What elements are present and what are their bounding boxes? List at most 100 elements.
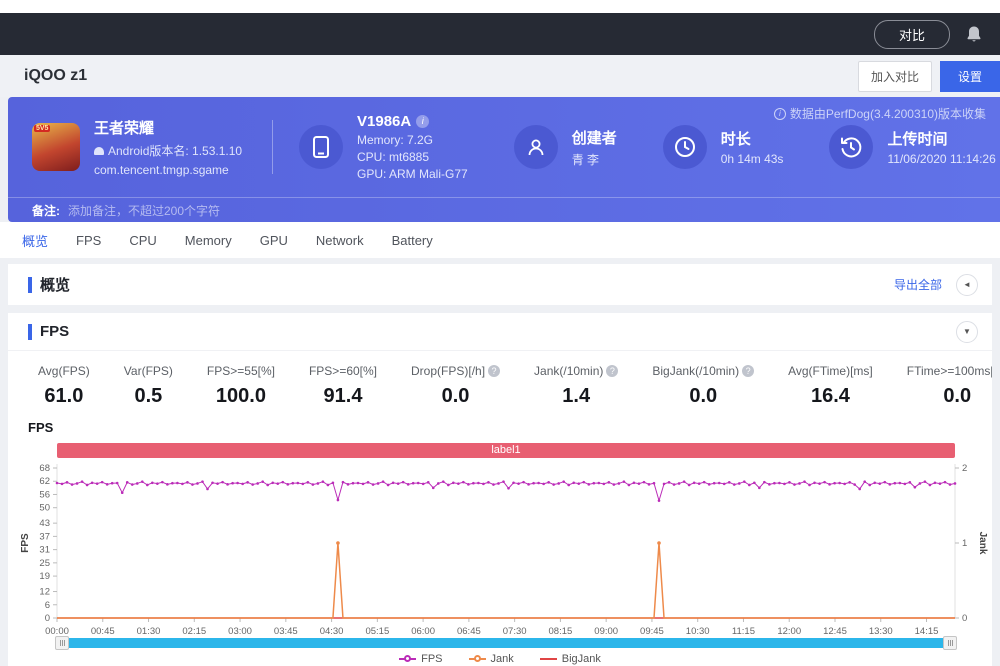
stat-label: FPS>=60[%] <box>308 364 378 378</box>
svg-text:68: 68 <box>39 463 50 474</box>
title-accent-bar <box>28 323 32 340</box>
fps-card: FPS ▼ Avg(FPS) 61.0 Var(FPS) 0.5 FPS>=55[%] 1… <box>8 313 992 666</box>
tab-Memory[interactable]: Memory <box>185 233 232 248</box>
export-all-link[interactable]: 导出全部 <box>894 276 942 293</box>
svg-text:14:15: 14:15 <box>915 626 939 636</box>
svg-text:0: 0 <box>962 613 967 624</box>
report-info-banner: 5V5 王者荣耀 Android版本名: 1.53.1.10 com.tence… <box>8 97 1000 222</box>
stat-value: 100.0 <box>215 385 266 407</box>
game-app-icon: 5V5 <box>32 123 80 171</box>
legend-Jank[interactable]: Jank <box>468 653 514 665</box>
svg-text:00:45: 00:45 <box>91 626 115 636</box>
device-model: V1986A <box>357 113 412 130</box>
stat-label: Avg(FPS) <box>38 364 90 378</box>
fps-stat: BigJank(/10min)? 0.0 <box>652 364 755 408</box>
svg-text:50: 50 <box>39 503 50 514</box>
compare-button[interactable]: 对比 <box>873 19 950 49</box>
join-compare-button[interactable]: 加入对比 <box>857 60 932 92</box>
svg-text:0: 0 <box>45 613 50 624</box>
overview-title: 概览 <box>40 277 71 294</box>
help-icon[interactable]: ? <box>488 365 501 377</box>
svg-text:6: 6 <box>45 600 50 611</box>
title-accent-bar <box>28 276 32 293</box>
svg-text:03:45: 03:45 <box>274 626 298 636</box>
fps-stat: Drop(FPS)[/h]? 0.0 <box>411 364 501 408</box>
app-header: 对比 <box>0 13 1000 55</box>
duration-value: 0h 14m 43s <box>720 152 784 166</box>
svg-text:25: 25 <box>39 558 50 569</box>
duration-clock-icon <box>662 125 707 169</box>
stat-label: Var(FPS) <box>123 364 173 378</box>
chart-zoom-scrollbar[interactable] <box>55 636 957 650</box>
svg-text:13:30: 13:30 <box>869 626 893 636</box>
svg-text:1: 1 <box>962 538 967 549</box>
stat-value: 61.0 <box>44 385 84 407</box>
help-icon[interactable]: ? <box>606 365 619 377</box>
stat-value: 0.0 <box>689 385 718 407</box>
creator-label: 创建者 <box>571 129 617 147</box>
stat-value: 0.0 <box>441 385 470 407</box>
stat-value: 0.5 <box>134 385 163 407</box>
notification-bell-icon[interactable] <box>966 25 982 43</box>
tab-GPU[interactable]: GPU <box>260 233 288 248</box>
tab-FPS[interactable]: FPS <box>76 233 101 248</box>
tab-概览[interactable]: 概览 <box>22 231 48 250</box>
svg-text:02:15: 02:15 <box>182 626 206 636</box>
duration-label: 时长 <box>720 131 751 148</box>
fps-section-title: FPS <box>40 323 70 340</box>
upload-time-history-icon <box>829 125 874 169</box>
fps-chart[interactable]: 68 62 56 50 43 37 31 25 19 12 6 0 2 1 0 FPS Jank 00:00 00:… <box>8 462 992 636</box>
tab-Battery[interactable]: Battery <box>392 233 433 248</box>
scrollbar-right-handle[interactable] <box>943 636 957 650</box>
device-info-icon[interactable]: i <box>416 115 430 128</box>
svg-text:31: 31 <box>39 545 50 556</box>
device-gpu: GPU: ARM Mali-G77 <box>357 167 468 181</box>
scrollbar-left-handle[interactable] <box>55 636 69 650</box>
chart-region-label[interactable]: label1 <box>57 443 955 458</box>
divider <box>272 120 273 174</box>
fps-stat: FTime>=100ms[%] 0.0 <box>907 364 992 408</box>
svg-text:06:00: 06:00 <box>411 626 435 636</box>
svg-text:00:00: 00:00 <box>45 626 69 636</box>
phone-icon <box>299 125 343 169</box>
svg-text:06:45: 06:45 <box>457 626 481 636</box>
perfdog-version-note: i 数据由PerfDog(3.4.200310)版本收集 <box>773 105 986 122</box>
remark-placeholder: 添加备注，不超过200个字符 <box>68 203 221 218</box>
info-icon: i <box>773 107 786 120</box>
legend-FPS[interactable]: FPS <box>399 653 443 665</box>
help-icon[interactable]: ? <box>742 365 755 377</box>
collapse-down-button[interactable]: ▼ <box>956 320 978 343</box>
tab-CPU[interactable]: CPU <box>129 233 156 248</box>
creator-name: 青 李 <box>571 152 600 167</box>
tab-Network[interactable]: Network <box>316 233 364 248</box>
legend-BigJank[interactable]: BigJank <box>539 653 601 665</box>
remark-input[interactable]: 备注: 添加备注，不超过200个字符 <box>8 197 1000 222</box>
fps-stat: FPS>=55[%] 100.0 <box>207 364 275 408</box>
upload-time-value: 11/06/2020 11:14:26 <box>887 152 996 166</box>
svg-text:56: 56 <box>39 489 50 500</box>
svg-text:09:00: 09:00 <box>594 626 618 636</box>
fps-stat: Var(FPS) 0.5 <box>124 364 173 408</box>
collapse-left-button[interactable]: ◄ <box>956 273 978 296</box>
svg-text:12:00: 12:00 <box>777 626 801 636</box>
stat-value: 91.4 <box>323 385 363 407</box>
fps-stat: Avg(FPS) 61.0 <box>38 364 90 408</box>
svg-text:09:45: 09:45 <box>640 626 664 636</box>
android-version: Android版本名: 1.53.1.10 <box>108 144 243 158</box>
svg-text:12:45: 12:45 <box>823 626 847 636</box>
svg-text:07:30: 07:30 <box>503 626 527 636</box>
svg-text:03:00: 03:00 <box>228 626 252 636</box>
svg-text:37: 37 <box>39 531 50 542</box>
scrollbar-track[interactable] <box>57 638 955 648</box>
stat-label: BigJank(/10min) <box>652 364 740 378</box>
svg-text:Jank: Jank <box>977 532 988 555</box>
android-icon <box>94 146 104 155</box>
stat-label: Avg(FTime)[ms] <box>788 364 873 378</box>
stat-value: 1.4 <box>562 385 591 407</box>
svg-text:04:30: 04:30 <box>320 626 344 636</box>
settings-button[interactable]: 设置 <box>939 60 1000 92</box>
device-cpu: CPU: mt6885 <box>357 150 430 164</box>
svg-text:19: 19 <box>39 571 50 582</box>
svg-text:FPS: FPS <box>20 533 31 553</box>
remark-label: 备注: <box>32 203 60 218</box>
